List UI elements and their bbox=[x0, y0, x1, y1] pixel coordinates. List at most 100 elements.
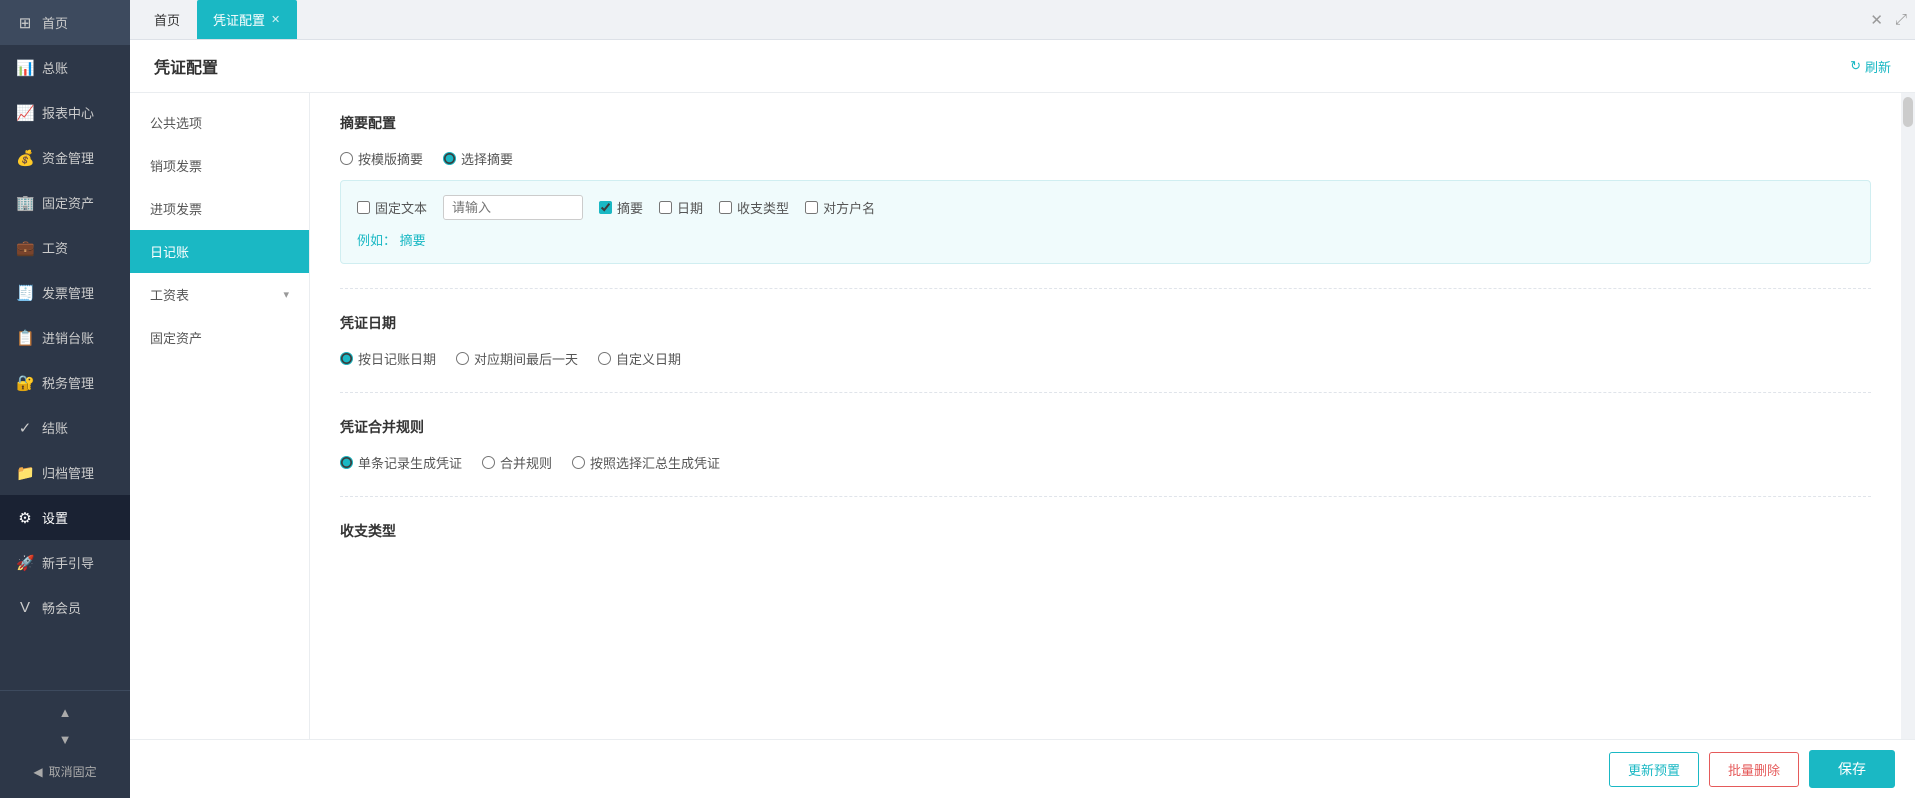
tabbar-controls: ✕ ⤢ bbox=[1870, 11, 1907, 29]
counterpart-checkbox[interactable] bbox=[805, 201, 818, 214]
abstract-config-box: 固定文本 摘要 日期 bbox=[340, 180, 1871, 264]
sidebar-item-archive[interactable]: 📁归档管理 bbox=[0, 450, 130, 495]
sidebar-item-tax[interactable]: 🔐 税务管理 bbox=[0, 360, 130, 405]
page-title: 凭证配置 bbox=[154, 54, 218, 78]
abstract-checkbox[interactable] bbox=[599, 201, 612, 214]
sidebar-item-salary[interactable]: 💼 工资 bbox=[0, 225, 130, 270]
sidebar-item-member[interactable]: V畅会员 bbox=[0, 585, 130, 630]
select-mode-label: 选择摘要 bbox=[461, 149, 513, 168]
income-type-section: 收支类型 bbox=[340, 521, 1871, 581]
abstract-option[interactable]: 摘要 bbox=[599, 198, 643, 217]
tab-voucher_config[interactable]: 凭证配置✕ bbox=[197, 0, 297, 39]
income-type-label: 收支类型 bbox=[737, 198, 789, 217]
sidebar-label-report: 报表中心 bbox=[42, 103, 94, 122]
sidebar-item-assets[interactable]: 🏢固定资产 bbox=[0, 180, 130, 225]
left-nav-item-payroll[interactable]: 工资表▾ bbox=[130, 273, 309, 316]
fixed-text-checkbox[interactable] bbox=[357, 201, 370, 214]
left-nav-item-journal[interactable]: 日记账 bbox=[130, 230, 309, 273]
sidebar-scroll-up[interactable]: ▲ bbox=[0, 699, 130, 726]
left-nav-item-sales_invoice[interactable]: 销项发票 bbox=[130, 144, 309, 187]
left-nav: 公共选项销项发票进项发票日记账工资表▾ 固定资产 bbox=[130, 93, 310, 739]
left-nav-item-purchase_invoice[interactable]: 进项发票 bbox=[130, 187, 309, 230]
template-mode-radio[interactable] bbox=[340, 152, 353, 165]
left-nav-item-fixed_assets[interactable]: 固定资产 bbox=[130, 316, 309, 359]
custom-date-radio[interactable] bbox=[598, 352, 611, 365]
due-last-day-radio[interactable] bbox=[456, 352, 469, 365]
single-record-option[interactable]: 单条记录生成凭证 bbox=[340, 453, 462, 472]
select-merge-radio[interactable] bbox=[572, 456, 585, 469]
salary-icon: 💼 bbox=[16, 239, 34, 257]
sidebar-item-close[interactable]: ✓结账 bbox=[0, 405, 130, 450]
update-preview-button[interactable]: 更新预置 bbox=[1609, 752, 1699, 787]
sidebar-item-guide[interactable]: 🚀新手引导 bbox=[0, 540, 130, 585]
journal-date-option[interactable]: 按日记账日期 bbox=[340, 349, 436, 368]
sidebar-item-capital[interactable]: 💰资金管理 bbox=[0, 135, 130, 180]
voucher-date-title: 凭证日期 bbox=[340, 313, 1871, 333]
income-type-checkbox[interactable] bbox=[719, 201, 732, 214]
fixed-text-input[interactable] bbox=[443, 195, 583, 220]
sidebar-item-settings[interactable]: ⚙设置 bbox=[0, 495, 130, 540]
single-record-radio[interactable] bbox=[340, 456, 353, 469]
left-nav-item-public[interactable]: 公共选项 bbox=[130, 101, 309, 144]
merge-rule-radio[interactable] bbox=[482, 456, 495, 469]
sidebar-scroll-down[interactable]: ▼ bbox=[0, 726, 130, 753]
preview-prefix: 例如： bbox=[357, 233, 396, 248]
batch-delete-button[interactable]: 批量删除 bbox=[1709, 752, 1799, 787]
merge-rule-option[interactable]: 合并规则 bbox=[482, 453, 552, 472]
select-mode-option[interactable]: 选择摘要 bbox=[443, 149, 513, 168]
left-nav-label-journal: 日记账 bbox=[150, 242, 189, 261]
ledger-icon: 📊 bbox=[16, 59, 34, 77]
refresh-button[interactable]: ↻ 刷新 bbox=[1850, 57, 1891, 76]
journal-date-radio[interactable] bbox=[340, 352, 353, 365]
sidebar-item-home[interactable]: ⊞首页 bbox=[0, 0, 130, 45]
tax-icon: 🔐 bbox=[16, 374, 34, 392]
sidebar-item-sales[interactable]: 📋进销台账 bbox=[0, 315, 130, 360]
merge-rules-title: 凭证合并规则 bbox=[340, 417, 1871, 437]
right-content: 摘要配置 按模版摘要 选择摘要 bbox=[310, 93, 1901, 739]
merge-rules-section: 凭证合并规则 单条记录生成凭证 合并规则 按照选择汇总生成凭证 bbox=[340, 417, 1871, 497]
expand-window-icon[interactable]: ⤢ bbox=[1895, 11, 1907, 29]
sidebar-label-salary: 工资 bbox=[42, 238, 68, 257]
sidebar-label-close: 结账 bbox=[42, 418, 68, 437]
template-mode-option[interactable]: 按模版摘要 bbox=[340, 149, 423, 168]
fixed-text-option[interactable]: 固定文本 bbox=[357, 198, 427, 217]
refresh-label: 刷新 bbox=[1865, 57, 1891, 76]
main-area: 首页凭证配置✕ ✕ ⤢ 凭证配置 ↻ 刷新 公共选项销项发票进项发票日记账工资表… bbox=[130, 0, 1915, 798]
sidebar-label-tax: 税务管理 bbox=[42, 373, 94, 392]
sidebar: ⊞首页📊总账 📈 报表中心 💰资金管理🏢固定资产 💼 工资 🧾发票管理📋进销台账 🔐 税务管理 ✓… bbox=[0, 0, 130, 798]
scrollbar-thumb[interactable] bbox=[1903, 97, 1913, 127]
content-area: 公共选项销项发票进项发票日记账工资表▾ 固定资产 摘要配置 按模版摘要 选择摘要 bbox=[130, 93, 1915, 739]
counterpart-option[interactable]: 对方户名 bbox=[805, 198, 875, 217]
select-merge-option[interactable]: 按照选择汇总生成凭证 bbox=[572, 453, 720, 472]
refresh-icon: ↻ bbox=[1850, 58, 1861, 74]
report-icon: 📈 bbox=[16, 104, 34, 122]
fixed-text-label: 固定文本 bbox=[375, 198, 427, 217]
select-mode-radio[interactable] bbox=[443, 152, 456, 165]
sidebar-label-settings: 设置 bbox=[42, 508, 68, 527]
income-type-option[interactable]: 收支类型 bbox=[719, 198, 789, 217]
sidebar-item-report[interactable]: 📈 报表中心 bbox=[0, 90, 130, 135]
due-last-day-option[interactable]: 对应期间最后一天 bbox=[456, 349, 578, 368]
home-icon: ⊞ bbox=[16, 14, 34, 32]
due-last-day-label: 对应期间最后一天 bbox=[474, 349, 578, 368]
close-window-icon[interactable]: ✕ bbox=[1870, 11, 1883, 29]
date-checkbox[interactable] bbox=[659, 201, 672, 214]
pin-icon: ◀ bbox=[33, 765, 42, 779]
save-button[interactable]: 保存 bbox=[1809, 750, 1895, 788]
custom-date-option[interactable]: 自定义日期 bbox=[598, 349, 681, 368]
abstract-config-title: 摘要配置 bbox=[340, 113, 1871, 133]
date-option[interactable]: 日期 bbox=[659, 198, 703, 217]
left-nav-label-fixed_assets: 固定资产 bbox=[150, 328, 202, 347]
sidebar-label-sales: 进销台账 bbox=[42, 328, 94, 347]
tab-home[interactable]: 首页 bbox=[138, 0, 197, 39]
abstract-config-section: 摘要配置 按模版摘要 选择摘要 bbox=[340, 113, 1871, 289]
template-mode-label: 按模版摘要 bbox=[358, 149, 423, 168]
sidebar-item-ledger[interactable]: 📊总账 bbox=[0, 45, 130, 90]
archive-icon: 📁 bbox=[16, 464, 34, 482]
voucher-date-group: 按日记账日期 对应期间最后一天 自定义日期 bbox=[340, 349, 1871, 368]
sidebar-label-guide: 新手引导 bbox=[42, 553, 94, 572]
tab-close-voucher_config[interactable]: ✕ bbox=[271, 13, 280, 26]
sidebar-pin-button[interactable]: ◀ 取消固定 bbox=[0, 753, 130, 790]
sidebar-item-invoice_mgmt[interactable]: 🧾发票管理 bbox=[0, 270, 130, 315]
left-nav-label-sales_invoice: 销项发票 bbox=[150, 156, 202, 175]
